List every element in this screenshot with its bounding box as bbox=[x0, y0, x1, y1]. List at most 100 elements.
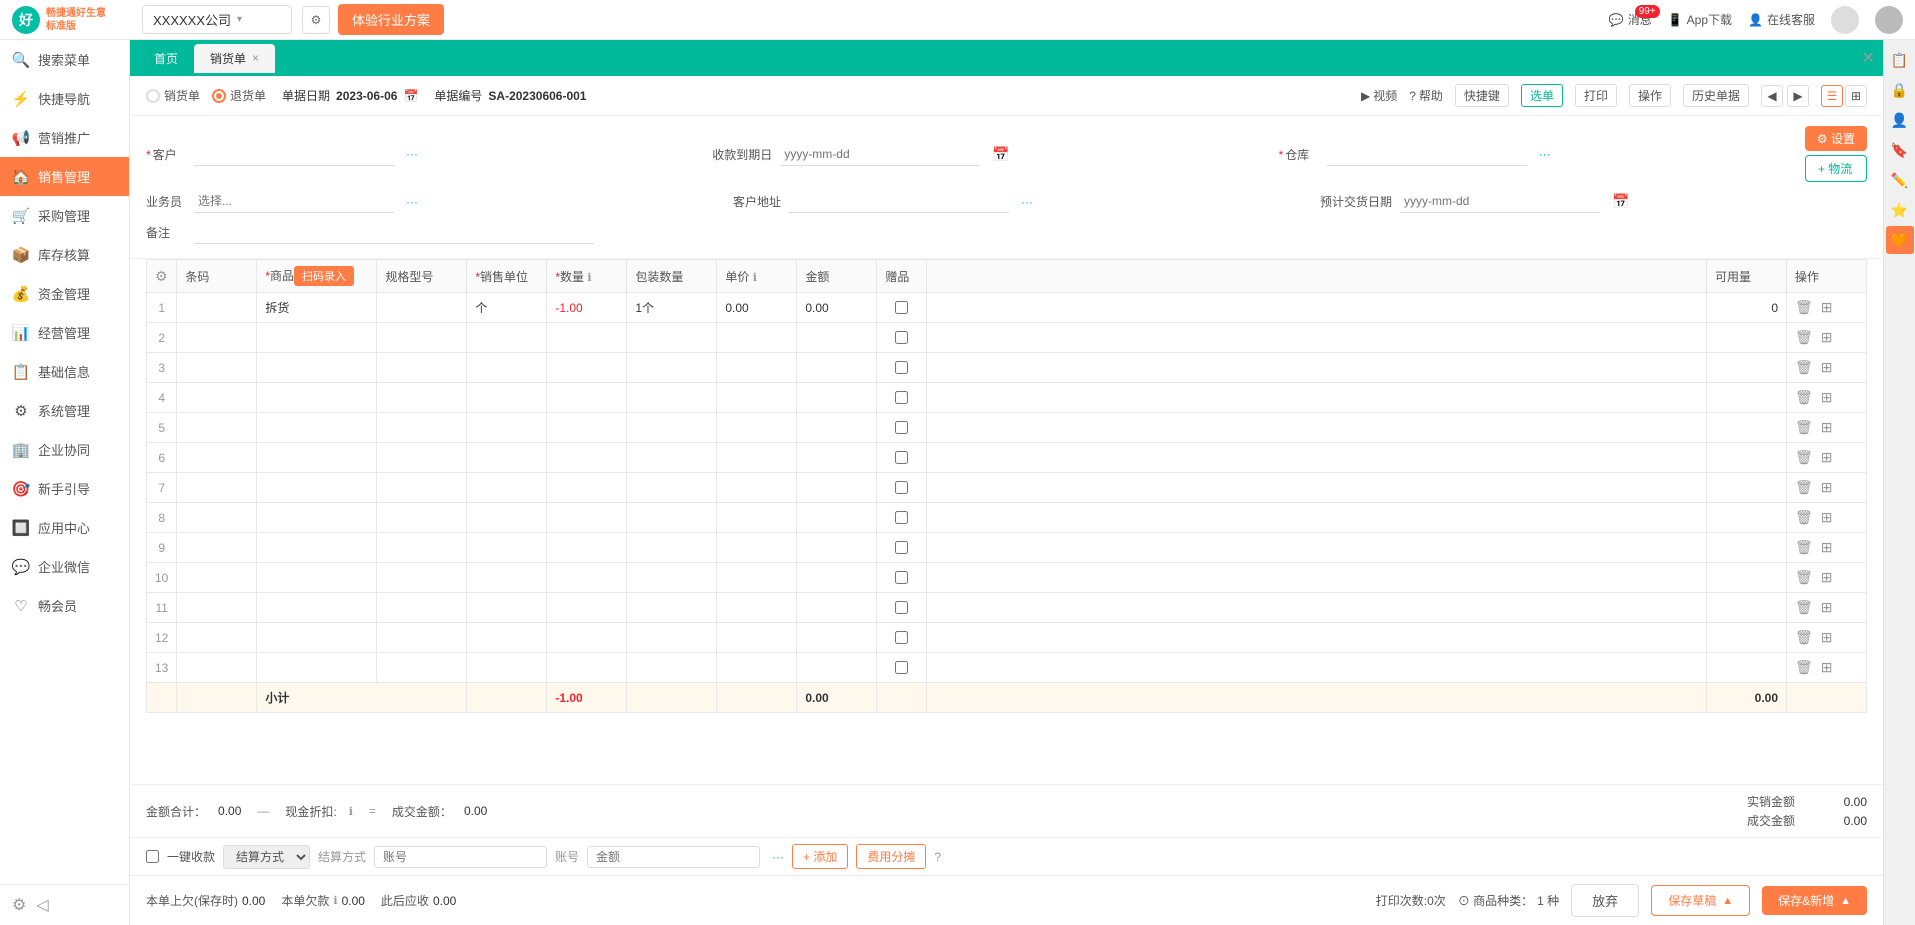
delete-icon[interactable]: 🗑 bbox=[1795, 659, 1813, 676]
delete-icon[interactable]: 🗑 bbox=[1795, 629, 1813, 646]
tab-home[interactable]: 首页 bbox=[138, 44, 194, 73]
copy-icon[interactable]: ⊞ bbox=[1821, 299, 1833, 316]
gift-checkbox[interactable] bbox=[895, 451, 908, 464]
settings-button[interactable]: ⚙ 设置 bbox=[1805, 126, 1867, 151]
row-amount[interactable]: 0.00 bbox=[797, 293, 877, 323]
copy-icon[interactable]: ⊞ bbox=[1821, 329, 1833, 346]
history-btn[interactable]: 历史单据 bbox=[1683, 84, 1749, 107]
rs-lock-icon[interactable]: 🔒 bbox=[1886, 76, 1914, 104]
sidebar-item-basics[interactable]: 📋 基础信息 bbox=[0, 352, 129, 391]
salesman-input[interactable] bbox=[194, 190, 394, 213]
view-list[interactable]: ☰ bbox=[1821, 85, 1843, 107]
delete-icon[interactable]: 🗑 bbox=[1795, 599, 1813, 616]
salesman-dots[interactable]: ··· bbox=[406, 195, 418, 209]
help-link[interactable]: ? 帮助 bbox=[1409, 87, 1443, 104]
rs-star-icon[interactable]: ⭐ bbox=[1886, 196, 1914, 224]
rs-edit-icon[interactable]: ✏️ bbox=[1886, 166, 1914, 194]
expected-date-input[interactable] bbox=[1400, 190, 1600, 213]
copy-icon[interactable]: ⊞ bbox=[1821, 629, 1833, 646]
print-btn[interactable]: 打印 bbox=[1575, 84, 1617, 107]
sidebar-settings-icon[interactable]: ⚙ bbox=[12, 895, 26, 915]
row-barcode[interactable] bbox=[177, 293, 257, 323]
sidebar-item-purchase[interactable]: 🛒 采购管理 bbox=[0, 196, 129, 235]
sidebar-item-member[interactable]: ♡ 畅会员 bbox=[0, 586, 129, 625]
delete-icon[interactable]: 🗑 bbox=[1795, 449, 1813, 466]
radio-return[interactable]: 退货单 bbox=[212, 87, 266, 104]
sidebar-item-marketing[interactable]: 📢 营销推广 bbox=[0, 118, 129, 157]
nav-next[interactable]: ▶ bbox=[1787, 85, 1809, 107]
copy-icon[interactable]: ⊞ bbox=[1821, 509, 1833, 526]
rs-alert-icon[interactable]: 🧡 bbox=[1886, 226, 1914, 254]
customer-input[interactable] bbox=[194, 143, 394, 166]
row-spec[interactable] bbox=[377, 293, 467, 323]
add-payment-button[interactable]: + 添加 bbox=[792, 844, 848, 869]
payment-dots[interactable]: ··· bbox=[772, 850, 784, 864]
gift-checkbox[interactable] bbox=[895, 541, 908, 554]
copy-icon[interactable]: ⊞ bbox=[1821, 359, 1833, 376]
gift-checkbox[interactable] bbox=[895, 631, 908, 644]
one-click-checkbox[interactable] bbox=[146, 850, 159, 863]
delete-icon[interactable]: 🗑 bbox=[1795, 479, 1813, 496]
sidebar-item-sales[interactable]: 🏠 销售管理 bbox=[0, 157, 129, 196]
settings-icon[interactable]: ⚙ bbox=[302, 6, 330, 34]
operate-btn[interactable]: 操作 bbox=[1629, 84, 1671, 107]
remark-input[interactable] bbox=[194, 221, 594, 244]
copy-icon[interactable]: ⊞ bbox=[1821, 599, 1833, 616]
row-product[interactable]: 拆货 bbox=[257, 293, 377, 323]
gift-checkbox[interactable] bbox=[895, 481, 908, 494]
warehouse-dots[interactable]: ··· bbox=[1539, 147, 1551, 161]
one-click-label[interactable]: 一键收款 bbox=[167, 848, 215, 865]
delete-icon[interactable]: 🗑 bbox=[1795, 359, 1813, 376]
delete-icon[interactable]: 🗑 bbox=[1795, 389, 1813, 406]
expense-help-icon[interactable]: ? bbox=[934, 850, 941, 864]
delete-icon[interactable]: 🗑 bbox=[1795, 569, 1813, 586]
sidebar-item-guide[interactable]: 🎯 新手引导 bbox=[0, 469, 129, 508]
save-new-button[interactable]: 保存&新增 ▲ bbox=[1762, 886, 1867, 915]
calendar-icon[interactable]: 📅 bbox=[403, 89, 418, 103]
sidebar-item-search[interactable]: 🔍 搜索菜单 bbox=[0, 40, 129, 79]
sidebar-item-shortcuts[interactable]: ⚡ 快捷导航 bbox=[0, 79, 129, 118]
logistics-button[interactable]: + 物流 bbox=[1805, 155, 1867, 182]
app-download-button[interactable]: 📱 App下载 bbox=[1668, 11, 1732, 28]
copy-icon[interactable]: ⊞ bbox=[1821, 389, 1833, 406]
copy-icon[interactable]: ⊞ bbox=[1821, 569, 1833, 586]
expense-split-button[interactable]: 费用分摊 bbox=[856, 844, 926, 869]
gift-checkbox[interactable] bbox=[895, 361, 908, 374]
gift-checkbox[interactable] bbox=[895, 301, 908, 314]
avatar[interactable] bbox=[1831, 6, 1859, 34]
sidebar-item-apps[interactable]: 🔲 应用中心 bbox=[0, 508, 129, 547]
sidebar-collapse-icon[interactable]: ◁ bbox=[36, 895, 48, 915]
sidebar-item-system[interactable]: ⚙ 系统管理 bbox=[0, 391, 129, 430]
delete-icon[interactable]: 🗑 bbox=[1795, 329, 1813, 346]
gift-checkbox[interactable] bbox=[895, 511, 908, 524]
sidebar-item-enterprise[interactable]: 🏢 企业协同 bbox=[0, 430, 129, 469]
payment-date-input[interactable] bbox=[780, 143, 980, 166]
save-draft-button[interactable]: 保存草稿 ▲ bbox=[1651, 885, 1750, 916]
video-link[interactable]: ▶ 视频 bbox=[1361, 87, 1397, 104]
radio-sales[interactable]: 销货单 bbox=[146, 87, 200, 104]
copy-icon[interactable]: ⊞ bbox=[1821, 449, 1833, 466]
online-service-button[interactable]: 👤 在线客服 bbox=[1748, 11, 1815, 28]
trial-button[interactable]: 体验行业方案 bbox=[338, 4, 444, 35]
addr-dots[interactable]: ··· bbox=[1021, 195, 1033, 209]
copy-icon[interactable]: ⊞ bbox=[1821, 479, 1833, 496]
warehouse-input[interactable]: 建材仓 bbox=[1327, 143, 1527, 166]
message-button[interactable]: 💬 消息 99+ bbox=[1609, 11, 1652, 28]
rs-user-icon[interactable]: 👤 bbox=[1886, 106, 1914, 134]
tab-sales[interactable]: 销货单 × bbox=[194, 44, 275, 73]
tab-close-icon[interactable]: × bbox=[252, 51, 259, 65]
delete-icon[interactable]: 🗑 bbox=[1795, 509, 1813, 526]
discard-button[interactable]: 放弃 bbox=[1571, 884, 1639, 917]
delete-icon[interactable]: 🗑 bbox=[1795, 539, 1813, 556]
account-input[interactable] bbox=[374, 846, 547, 868]
gift-checkbox[interactable] bbox=[895, 601, 908, 614]
sidebar-item-finance[interactable]: 💰 资金管理 bbox=[0, 274, 129, 313]
payment-method-select[interactable]: 结算方式 bbox=[223, 845, 310, 869]
view-grid[interactable]: ⊞ bbox=[1845, 85, 1867, 107]
scan-button[interactable]: 扫码录入 bbox=[294, 266, 354, 286]
gift-checkbox[interactable] bbox=[895, 391, 908, 404]
expected-calendar-icon[interactable]: 📅 bbox=[1612, 193, 1629, 210]
shortcut-btn[interactable]: 快捷键 bbox=[1455, 84, 1509, 107]
payment-amount-input[interactable] bbox=[587, 846, 760, 868]
gift-checkbox[interactable] bbox=[895, 421, 908, 434]
